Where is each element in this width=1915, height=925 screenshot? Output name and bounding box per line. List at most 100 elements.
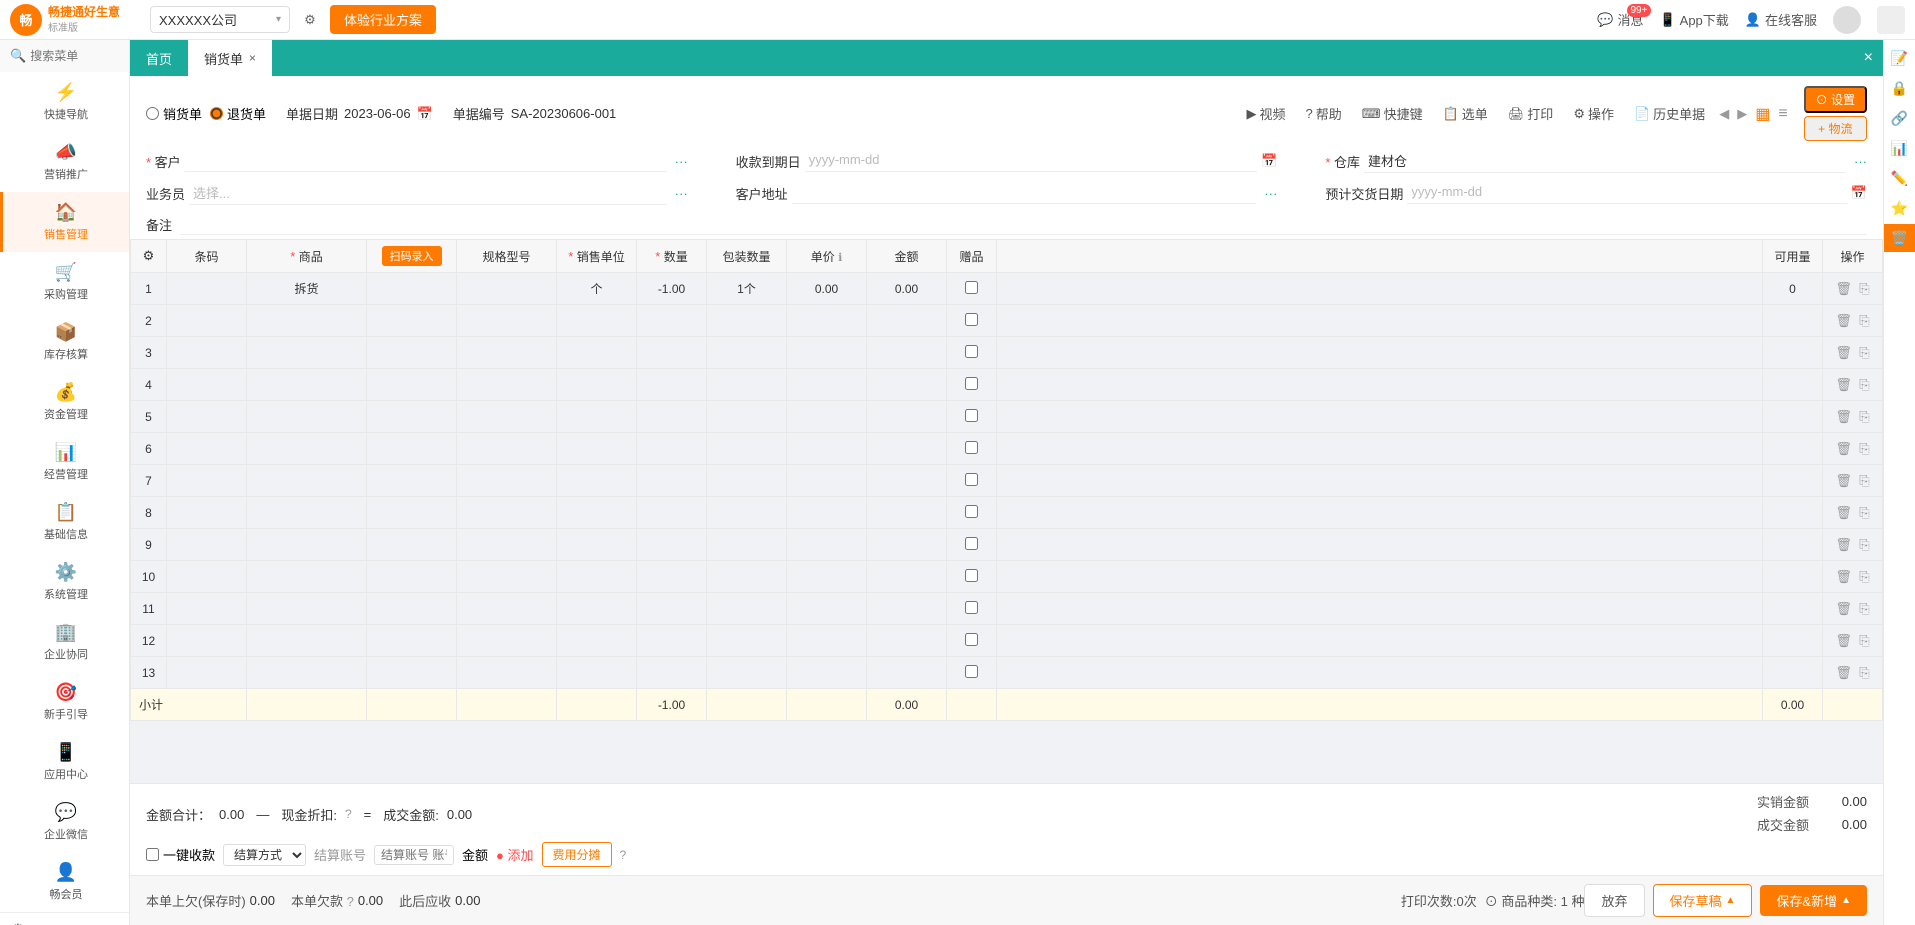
row-pkg-qty[interactable] [707,497,787,529]
gift-checkbox[interactable] [965,281,978,294]
row-copy-icon[interactable]: ⎘ [1859,409,1869,424]
one-click-pay[interactable]: 一键收款 [146,845,215,864]
row-spec[interactable] [457,497,557,529]
row-price[interactable]: 0.00 [787,273,867,305]
row-unit[interactable] [557,465,637,497]
row-pkg-qty[interactable]: 1个 [707,273,787,305]
sidebar-item-sales[interactable]: 🏠 销售管理 [0,192,129,252]
row-product[interactable] [247,561,367,593]
row-spec[interactable] [457,625,557,657]
row-delete-icon[interactable]: 🗑 [1835,377,1852,392]
row-qty[interactable] [637,497,707,529]
row-price[interactable] [787,401,867,433]
row-pkg-qty[interactable] [707,433,787,465]
sidebar-item-enterprise[interactable]: 🏢 企业协同 [0,612,129,672]
operate-btn[interactable]: ⚙ 操作 [1567,102,1620,125]
tab-close-icon[interactable]: × [249,51,256,65]
collection-due-calendar-icon[interactable]: 📅 [1261,153,1277,169]
gift-checkbox[interactable] [965,665,978,678]
row-price[interactable] [787,497,867,529]
row-pkg-qty[interactable] [707,305,787,337]
row-copy-icon[interactable]: ⎘ [1859,281,1869,296]
row-price[interactable] [787,369,867,401]
scan-barcode-btn[interactable]: 扫码录入 [382,246,442,266]
radio-return[interactable]: 退货单 [210,104,266,123]
row-barcode[interactable] [167,305,247,337]
right-tool-lock[interactable]: 🔒 [1886,74,1914,102]
sidebar-item-purchase[interactable]: 🛒 采购管理 [0,252,129,312]
row-unit[interactable]: 个 [557,273,637,305]
sidebar-item-app-center[interactable]: 📱 应用中心 [0,732,129,792]
row-price[interactable] [787,433,867,465]
row-product[interactable] [247,401,367,433]
gift-checkbox[interactable] [965,569,978,582]
row-barcode[interactable] [167,273,247,305]
row-amount[interactable] [867,401,947,433]
row-spec[interactable] [457,657,557,689]
row-gift[interactable] [947,433,997,465]
row-delete-icon[interactable]: 🗑 [1835,313,1852,328]
sidebar-item-marketing[interactable]: 📣 营销推广 [0,132,129,192]
row-copy-icon[interactable]: ⎘ [1859,345,1869,360]
user-menu-icon[interactable] [1877,6,1905,34]
right-tool-star[interactable]: ⭐ [1886,194,1914,222]
row-delete-icon[interactable]: 🗑 [1835,441,1852,456]
sidebar-settings-btn[interactable]: ⚙ [0,913,129,925]
row-delete-icon[interactable]: 🗑 [1835,281,1852,296]
row-barcode[interactable] [167,337,247,369]
row-pkg-qty[interactable] [707,657,787,689]
row-gift[interactable] [947,625,997,657]
row-delete-icon[interactable]: 🗑 [1835,345,1852,360]
warehouse-value[interactable]: 建材仓 [1364,149,1846,173]
search-input[interactable] [30,49,110,63]
row-product[interactable] [247,657,367,689]
help-btn[interactable]: ? 帮助 [1300,102,1348,125]
salesman-input[interactable]: 选择... [189,181,667,205]
row-delete-icon[interactable]: 🗑 [1835,473,1852,488]
collection-due-input[interactable]: yyyy-mm-dd [805,150,1257,172]
tab-sales-order[interactable]: 销货单 × [188,40,272,76]
company-selector[interactable]: XXXXXX公司 ▾ [150,6,290,33]
message-action[interactable]: 💬 消息 99+ [1597,10,1643,29]
warehouse-more-icon[interactable]: ··· [1854,154,1867,169]
row-gift[interactable] [947,497,997,529]
sidebar-item-quick-nav[interactable]: ⚡ 快捷导航 [0,72,129,132]
row-price[interactable] [787,593,867,625]
row-product[interactable] [247,625,367,657]
row-copy-icon[interactable]: ⎘ [1859,377,1869,392]
row-barcode[interactable] [167,529,247,561]
row-pkg-qty[interactable] [707,561,787,593]
row-copy-icon[interactable]: ⎘ [1859,569,1869,584]
row-pkg-qty[interactable] [707,593,787,625]
row-price[interactable] [787,561,867,593]
gift-checkbox[interactable] [965,633,978,646]
form-logistics-btn[interactable]: + 物流 [1804,116,1867,141]
radio-sales-input[interactable] [146,107,159,120]
row-spec[interactable] [457,369,557,401]
gift-checkbox[interactable] [965,377,978,390]
avatar[interactable] [1833,6,1861,34]
gift-checkbox[interactable] [965,505,978,518]
choose-btn[interactable]: 📋 选单 [1437,102,1494,125]
row-amount[interactable] [867,625,947,657]
gift-checkbox[interactable] [965,537,978,550]
row-pkg-qty[interactable] [707,529,787,561]
row-gift[interactable] [947,657,997,689]
row-qty[interactable] [637,337,707,369]
row-qty[interactable]: -1.00 [637,273,707,305]
row-product[interactable] [247,337,367,369]
row-barcode[interactable] [167,401,247,433]
gift-checkbox[interactable] [965,313,978,326]
row-unit[interactable] [557,369,637,401]
row-amount[interactable] [867,337,947,369]
row-gift[interactable] [947,529,997,561]
right-tool-edit[interactable]: ✏️ [1886,164,1914,192]
row-qty[interactable] [637,369,707,401]
col-settings-icon[interactable]: ⚙ [143,248,155,263]
print-btn[interactable]: 🖨 打印 [1502,102,1560,125]
row-amount[interactable] [867,529,947,561]
row-unit[interactable] [557,337,637,369]
row-delete-icon[interactable]: 🗑 [1835,537,1852,552]
row-spec[interactable] [457,305,557,337]
row-pkg-qty[interactable] [707,625,787,657]
